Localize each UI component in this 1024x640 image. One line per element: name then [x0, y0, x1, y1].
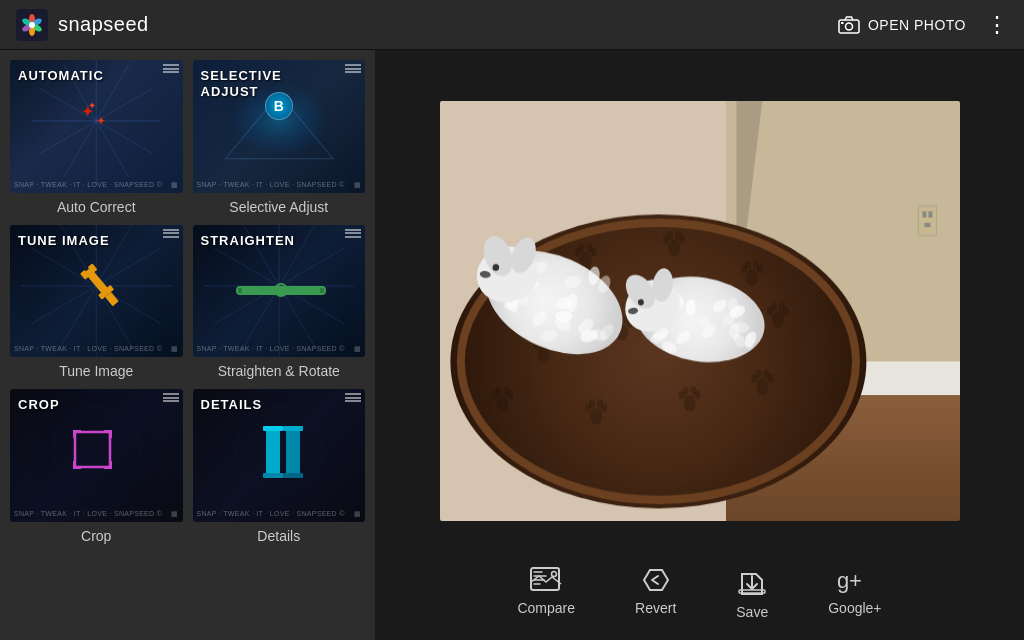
svg-point-81: [552, 572, 557, 577]
card-bottom-meta-3: SNAP · TWEAK · IT · LOVE · SNAPSEED © ▦: [10, 345, 183, 353]
svg-rect-61: [320, 288, 324, 293]
google-plus-label: Google+: [828, 600, 881, 616]
card-bottom-meta-6: SNAP · TWEAK · IT · LOVE · SNAPSEED © ▦: [193, 510, 366, 518]
auto-correct-label: Auto Correct: [10, 199, 183, 215]
action-bar: Compare Revert Save: [517, 556, 881, 625]
app-title: snapseed: [58, 13, 149, 36]
tools-panel: ✦ ✦ ✦ AUTOMATIC SNAP · TWEAK · IT · LOVE…: [0, 50, 375, 640]
photo-frame: [440, 101, 960, 521]
save-label: Save: [736, 604, 768, 620]
tool-card-straighten[interactable]: STRAIGHTEN SNAP · TWEAK · IT · LOVE · SN…: [193, 225, 366, 358]
selective-b-icon: B: [265, 92, 293, 120]
tool-item-details: DETAILS SNAP · TWEAK · IT · LOVE · SNAPS…: [193, 389, 366, 544]
camera-icon: [838, 16, 860, 34]
svg-rect-66: [73, 430, 76, 438]
right-panel: Compare Revert Save: [375, 50, 1024, 640]
card-corner-decoration-5: [163, 393, 179, 402]
tool-card-crop[interactable]: CROP SNAP · TWEAK · IT · LOVE · SNAPSEED…: [10, 389, 183, 522]
tool-card-selective[interactable]: B SELECTIVEADJUST SNAP · TWEAK · IT · LO…: [193, 60, 366, 193]
tool-card-details[interactable]: DETAILS SNAP · TWEAK · IT · LOVE · SNAPS…: [193, 389, 366, 522]
svg-rect-74: [266, 428, 280, 476]
crop-label: Crop: [10, 528, 183, 544]
compare-icon: [530, 566, 562, 594]
card-bottom-meta: SNAP · TWEAK · IT · LOVE · SNAPSEED © ▦: [10, 181, 183, 189]
snapseed-logo-icon: [16, 9, 48, 41]
auto-correct-card-title: AUTOMATIC: [18, 68, 104, 83]
svg-rect-79: [283, 473, 303, 478]
crop-frame-icon: [70, 427, 120, 477]
open-photo-label: OPEN PHOTO: [868, 17, 966, 33]
card-corner-decoration-2: [345, 64, 361, 73]
header-right: OPEN PHOTO ⋮: [838, 14, 1008, 36]
tool-card-tune[interactable]: TUNE IMAGE SNAP · TWEAK · IT · LOVE · SN…: [10, 225, 183, 358]
svg-rect-75: [286, 428, 300, 476]
tool-item-straighten: STRAIGHTEN SNAP · TWEAK · IT · LOVE · SN…: [193, 225, 366, 380]
level-icon: [236, 278, 326, 303]
tool-card-auto-correct[interactable]: ✦ ✦ ✦ AUTOMATIC SNAP · TWEAK · IT · LOVE…: [10, 60, 183, 193]
svg-rect-70: [73, 461, 76, 469]
svg-point-59: [279, 288, 283, 292]
card-corner-decoration-3: [163, 229, 179, 238]
card-bottom-meta-4: SNAP · TWEAK · IT · LOVE · SNAPSEED © ▦: [193, 345, 366, 353]
svg-rect-10: [841, 22, 844, 24]
svg-rect-8: [839, 20, 859, 33]
svg-rect-76: [263, 426, 283, 431]
wrench-icon: [76, 262, 131, 312]
photo-container: [395, 65, 1004, 556]
straighten-label: Straighten & Rotate: [193, 363, 366, 379]
tool-item-tune: TUNE IMAGE SNAP · TWEAK · IT · LOVE · SN…: [10, 225, 183, 380]
card-corner-decoration-6: [345, 393, 361, 402]
details-card-title: DETAILS: [201, 397, 263, 412]
svg-rect-78: [263, 473, 283, 478]
save-icon: [738, 566, 766, 598]
crop-card-title: CROP: [18, 397, 60, 412]
svg-rect-68: [109, 430, 112, 438]
google-plus-icon: g +: [837, 566, 873, 594]
main-content: ✦ ✦ ✦ AUTOMATIC SNAP · TWEAK · IT · LOVE…: [0, 50, 1024, 640]
tune-card-title: TUNE IMAGE: [18, 233, 110, 248]
revert-label: Revert: [635, 600, 676, 616]
app-header: snapseed OPEN PHOTO ⋮: [0, 0, 1024, 50]
tool-item-crop: CROP SNAP · TWEAK · IT · LOVE · SNAPSEED…: [10, 389, 183, 544]
card-bottom-meta-2: SNAP · TWEAK · IT · LOVE · SNAPSEED © ▦: [193, 181, 366, 189]
tool-item-auto-correct: ✦ ✦ ✦ AUTOMATIC SNAP · TWEAK · IT · LOVE…: [10, 60, 183, 215]
svg-point-7: [29, 22, 35, 28]
revert-button[interactable]: Revert: [635, 566, 676, 620]
header-left: snapseed: [16, 9, 149, 41]
card-corner-decoration-4: [345, 229, 361, 238]
details-label: Details: [193, 528, 366, 544]
tool-item-selective: B SELECTIVEADJUST SNAP · TWEAK · IT · LO…: [193, 60, 366, 215]
tools-grid: ✦ ✦ ✦ AUTOMATIC SNAP · TWEAK · IT · LOVE…: [10, 60, 365, 544]
card-corner-decoration: [163, 64, 179, 73]
svg-rect-64: [75, 432, 110, 467]
open-photo-button[interactable]: OPEN PHOTO: [838, 16, 966, 34]
svg-text:+: +: [849, 568, 862, 593]
more-options-button[interactable]: ⋮: [986, 14, 1008, 36]
svg-rect-72: [109, 461, 112, 469]
svg-rect-77: [283, 426, 303, 431]
svg-text:✦: ✦: [88, 100, 96, 111]
svg-rect-60: [238, 288, 242, 293]
selective-label: Selective Adjust: [193, 199, 366, 215]
svg-text:g: g: [837, 568, 849, 593]
compare-label: Compare: [517, 600, 575, 616]
svg-point-9: [845, 23, 852, 30]
card-bottom-meta-5: SNAP · TWEAK · IT · LOVE · SNAPSEED © ▦: [10, 510, 183, 518]
save-button[interactable]: Save: [736, 566, 768, 620]
svg-text:✦: ✦: [96, 114, 106, 128]
google-plus-button[interactable]: g + Google+: [828, 566, 881, 620]
photo-canvas: [440, 101, 960, 521]
compare-button[interactable]: Compare: [517, 566, 575, 620]
details-pillar-icon: [258, 423, 308, 483]
tune-label: Tune Image: [10, 363, 183, 379]
revert-icon: [640, 566, 672, 594]
straighten-card-title: STRAIGHTEN: [201, 233, 296, 248]
red-stars-icon: ✦ ✦ ✦: [76, 97, 126, 137]
